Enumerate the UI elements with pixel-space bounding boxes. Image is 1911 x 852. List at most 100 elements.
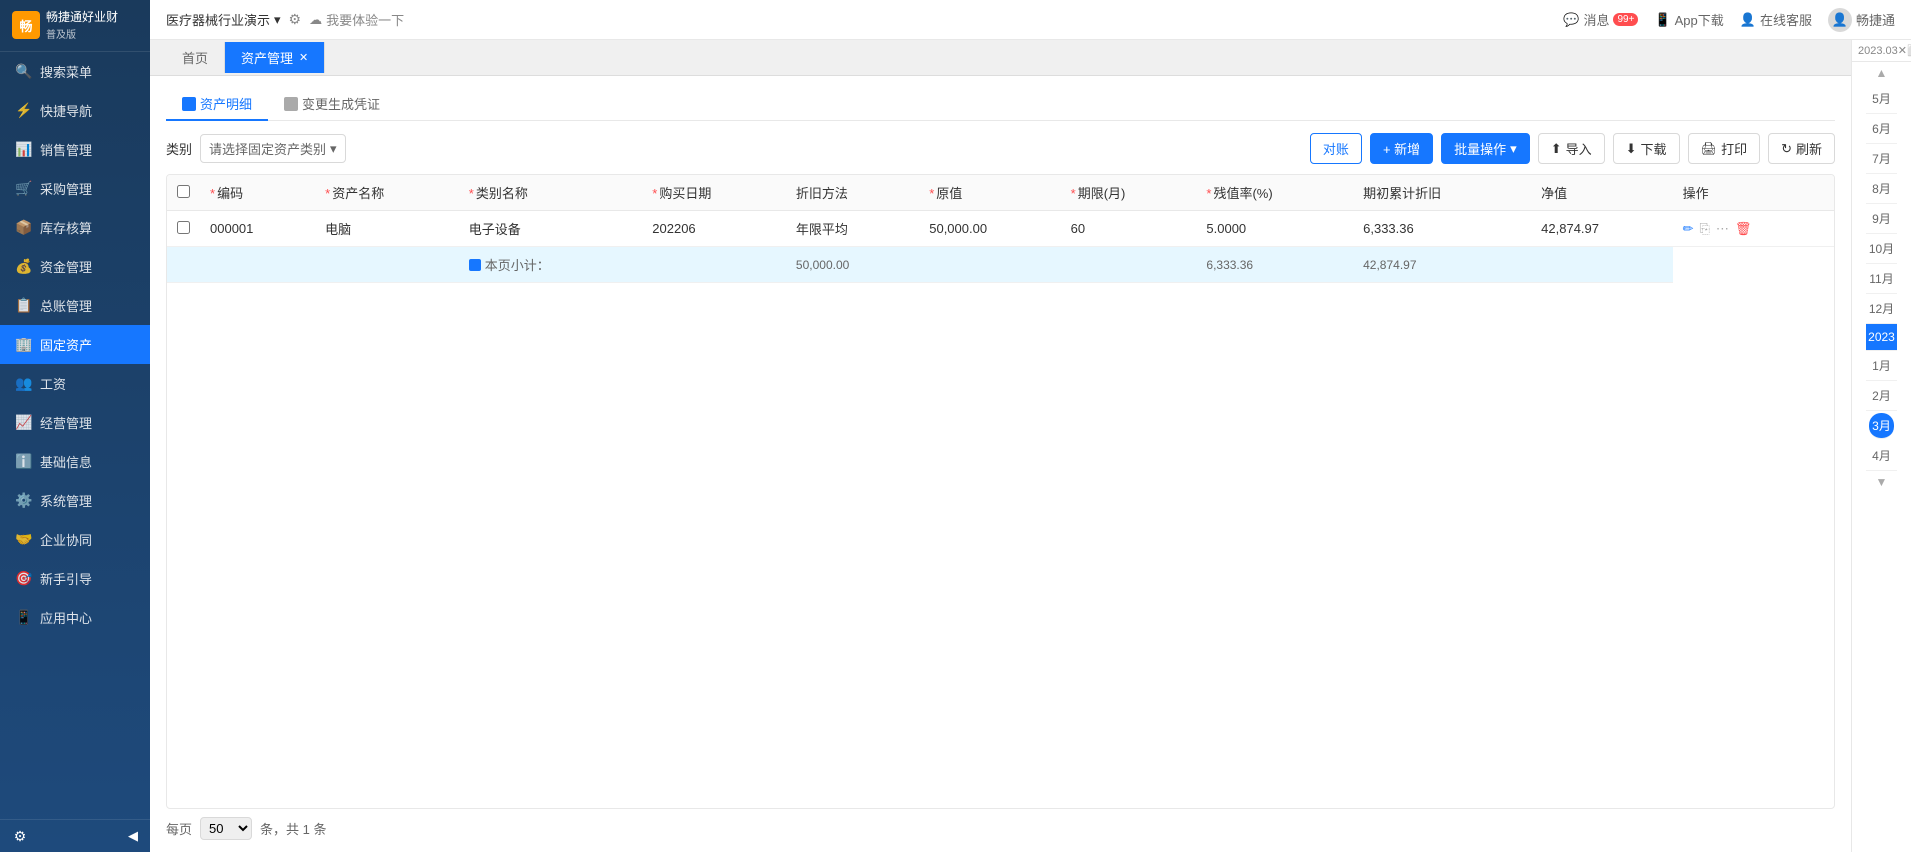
row-residual-rate-0: 5.0000 — [1196, 211, 1353, 247]
right-panel-close-icon[interactable]: ✕ — [1898, 44, 1907, 57]
month-curr-2月[interactable]: 2月 — [1866, 381, 1897, 411]
row-category-0: 电子设备 — [459, 211, 643, 247]
col-residual-rate: *残值率(%) — [1196, 175, 1353, 211]
customer-service-btn[interactable]: 👤 在线客服 — [1740, 10, 1812, 29]
tab-bar: 首页 资产管理 ✕ — [150, 40, 1851, 76]
subtotal-label: 本页小计： — [485, 255, 550, 274]
logo-sub: 普及版 — [46, 26, 118, 41]
row-period-0: 60 — [1061, 211, 1197, 247]
batch-ops-btn[interactable]: 批量操作 ▾ — [1441, 133, 1530, 164]
quick-nav-icon: ⚡ — [16, 102, 32, 118]
sidebar-item-operations[interactable]: 📈 经营管理 — [0, 403, 150, 442]
message-btn[interactable]: 💬 消息 99+ — [1563, 10, 1638, 29]
sidebar-item-ledger[interactable]: 📋 总账管理 — [0, 286, 150, 325]
page-size-label: 每页 — [166, 819, 192, 838]
row-accumulated-dep-0: 6,333.36 — [1353, 211, 1531, 247]
page-size-select[interactable]: 50 100 — [200, 817, 252, 840]
month-prev-6月[interactable]: 6月 — [1866, 114, 1897, 144]
right-panel-down-arrow[interactable]: ▼ — [1872, 471, 1892, 493]
month-curr-3月[interactable]: 3月 — [1869, 413, 1894, 439]
month-curr-1月[interactable]: 1月 — [1866, 351, 1897, 381]
more-btn-0[interactable]: ⋯ — [1716, 221, 1729, 237]
company-dropdown-icon[interactable]: ▾ — [274, 12, 281, 28]
month-prev-10月[interactable]: 10月 — [1866, 234, 1897, 264]
col-depreciation-method: 折旧方法 — [786, 175, 919, 211]
sub-tab-asset-detail[interactable]: 资产明细 — [166, 88, 268, 121]
col-period: *期限(月) — [1061, 175, 1197, 211]
reconcile-btn[interactable]: 对账 — [1310, 133, 1362, 164]
toolbar-left: 类别 请选择固定资产类别 ▾ — [166, 134, 1302, 163]
sidebar-item-sales[interactable]: 📊 销售管理 — [0, 130, 150, 169]
user-info[interactable]: 👤 畅捷通 — [1828, 8, 1895, 32]
copy-btn-0[interactable]: ⎘ — [1699, 221, 1709, 237]
right-panel-up-arrow[interactable]: ▲ — [1872, 62, 1892, 84]
sidebar-item-enterprise[interactable]: 🤝 企业协同 — [0, 520, 150, 559]
tab-close-icon[interactable]: ✕ — [299, 51, 308, 64]
guide-icon: 🎯 — [16, 570, 32, 586]
sidebar-label-finance: 资金管理 — [40, 257, 92, 276]
sidebar-label-inventory: 库存核算 — [40, 218, 92, 237]
sidebar: 畅 畅捷通好业财 普及版 🔍 搜索菜单 ⚡ 快捷导航 📊 销售管理 🛒 采购管理… — [0, 0, 150, 852]
collapse-icon[interactable]: ◀ — [128, 828, 138, 844]
sidebar-item-finance[interactable]: 💰 资金管理 — [0, 247, 150, 286]
import-btn[interactable]: ⬆ 导入 — [1538, 133, 1605, 164]
col-code: *编码 — [200, 175, 315, 211]
month-prev-8月[interactable]: 8月 — [1866, 174, 1897, 204]
topbar-experience[interactable]: ☁ 我要体验一下 — [309, 10, 404, 29]
app-download-btn[interactable]: 📱 App下载 — [1654, 10, 1723, 29]
row-select-0[interactable] — [177, 221, 190, 234]
page: 首页 资产管理 ✕ 资产明细 变更生成凭证 — [150, 40, 1851, 852]
sidebar-item-inventory[interactable]: 📦 库存核算 — [0, 208, 150, 247]
sidebar-item-app-center[interactable]: 📱 应用中心 — [0, 598, 150, 637]
new-btn[interactable]: + 新增 — [1370, 133, 1433, 164]
row-original-value-0: 50,000.00 — [919, 211, 1060, 247]
month-prev-11月[interactable]: 11月 — [1866, 264, 1897, 294]
delete-btn-0[interactable]: 🗑 — [1735, 221, 1752, 237]
ledger-icon: 📋 — [16, 297, 32, 313]
app-center-icon: 📱 — [16, 609, 32, 625]
payroll-icon: 👥 — [16, 375, 32, 391]
month-prev-9月[interactable]: 9月 — [1866, 204, 1897, 234]
topbar-gear-icon[interactable]: ⚙ — [289, 11, 302, 28]
system-icon: ⚙️ — [16, 492, 32, 508]
topbar-left: 医疗器械行业演示 ▾ ⚙ ☁ 我要体验一下 — [166, 10, 1551, 29]
year-2023-label[interactable]: 2023 — [1866, 324, 1897, 351]
basic-info-icon: ℹ️ — [16, 453, 32, 469]
sidebar-item-basic-info[interactable]: ℹ️ 基础信息 — [0, 442, 150, 481]
month-prev-7月[interactable]: 7月 — [1866, 144, 1897, 174]
search-icon: 🔍 — [16, 63, 32, 79]
sidebar-bottom: ⚙ ◀ — [0, 819, 150, 852]
sidebar-item-purchase[interactable]: 🛒 采购管理 — [0, 169, 150, 208]
category-label: 类别 — [166, 139, 192, 158]
sidebar-label-enterprise: 企业协同 — [40, 530, 92, 549]
select-all-checkbox[interactable] — [177, 185, 190, 198]
tab-home[interactable]: 首页 — [166, 42, 225, 73]
print-btn[interactable]: 🖨 打印 — [1688, 133, 1761, 164]
category-select[interactable]: 请选择固定资产类别 ▾ — [200, 134, 346, 163]
topbar-company[interactable]: 医疗器械行业演示 ▾ — [166, 10, 281, 29]
edit-btn-0[interactable]: ✏ — [1683, 221, 1694, 237]
sidebar-item-search[interactable]: 🔍 搜索菜单 — [0, 52, 150, 91]
pagination-bar: 每页 50 100 条，共 1 条 — [166, 809, 1835, 840]
batch-ops-arrow-icon: ▾ — [1510, 141, 1517, 157]
month-prev-12月[interactable]: 12月 — [1866, 294, 1897, 324]
sidebar-item-quick-nav[interactable]: ⚡ 快捷导航 — [0, 91, 150, 130]
row-actions-0: ✏ ⎘ ⋯ 🗑 — [1673, 211, 1834, 247]
subtotal-icon — [469, 259, 481, 271]
month-prev-5月[interactable]: 5月 — [1866, 84, 1897, 114]
row-checkbox-0 — [167, 211, 200, 247]
sidebar-item-payroll[interactable]: 👥 工资 — [0, 364, 150, 403]
sub-tab-voucher[interactable]: 变更生成凭证 — [268, 88, 396, 121]
download-btn[interactable]: ⬇ 下载 — [1613, 133, 1680, 164]
sidebar-item-system[interactable]: ⚙️ 系统管理 — [0, 481, 150, 520]
right-panel-months: 5月6月7月8月9月10月11月12月20231月2月3月4月 — [1866, 84, 1897, 471]
settings-icon[interactable]: ⚙ — [12, 828, 28, 844]
sidebar-label-basic-info: 基础信息 — [40, 452, 92, 471]
sidebar-item-fixed-assets[interactable]: 🏢 固定资产 — [0, 325, 150, 364]
right-panel-expand-icon[interactable]: ⬜ — [1907, 44, 1911, 57]
sidebar-item-guide[interactable]: 🎯 新手引导 — [0, 559, 150, 598]
tab-assets[interactable]: 资产管理 ✕ — [225, 42, 325, 73]
month-curr-4月[interactable]: 4月 — [1866, 441, 1897, 471]
toolbar-right: 对账 + 新增 批量操作 ▾ ⬆ 导入 — [1310, 133, 1835, 164]
refresh-btn[interactable]: ↻ 刷新 — [1768, 133, 1835, 164]
